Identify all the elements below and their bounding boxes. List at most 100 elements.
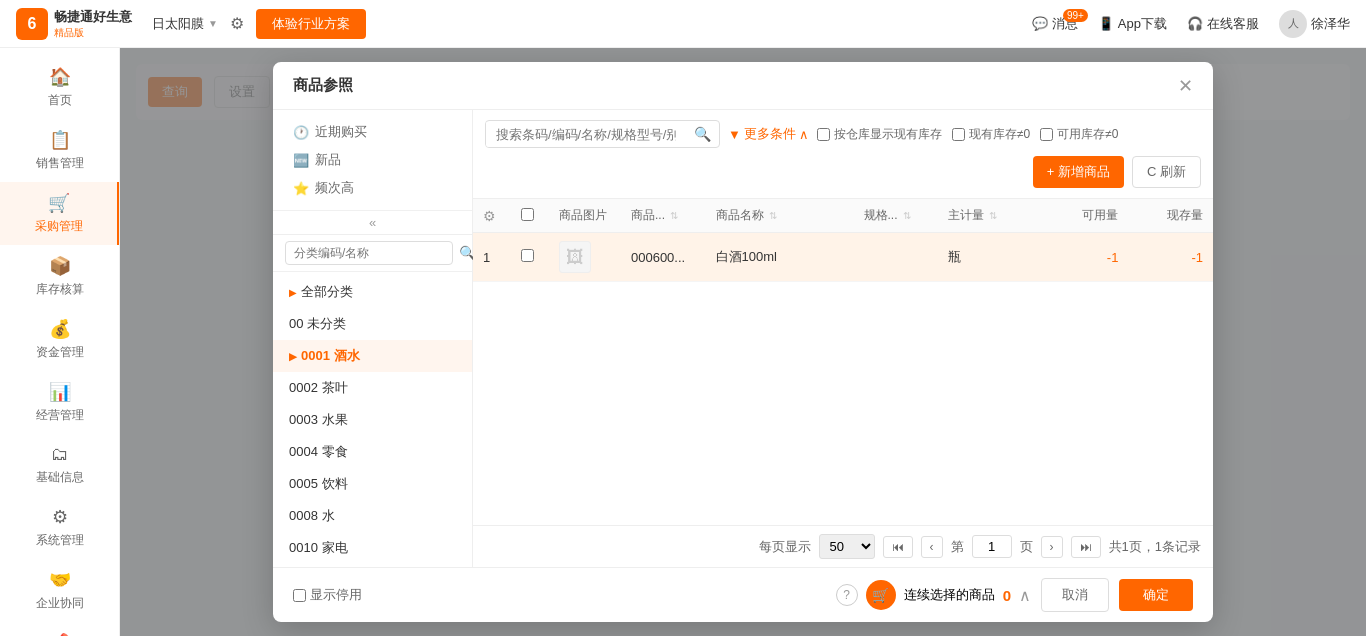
sidebar-label-collab: 企业协同 — [36, 595, 84, 612]
th-unit-label: 主计量 — [948, 208, 984, 222]
next-page-btn[interactable]: › — [1041, 536, 1063, 558]
cat-item-appliance[interactable]: 0010 家电 — [273, 532, 472, 564]
select-all-checkbox[interactable] — [521, 208, 534, 221]
quick-new[interactable]: 🆕 新品 — [285, 146, 460, 174]
sidebar-label-sales: 销售管理 — [36, 155, 84, 172]
checkbox-stock-nonzero-input[interactable] — [952, 128, 965, 141]
th-code[interactable]: 商品... ⇅ — [621, 199, 706, 233]
cat-item-liquor[interactable]: ▶ 0001 酒水 — [273, 340, 472, 372]
cart-icon[interactable]: 🛒 — [866, 580, 896, 610]
search-input-wrap: 🔍 — [485, 120, 720, 148]
row-stock: -1 — [1128, 233, 1213, 282]
table-settings-icon[interactable]: ⚙ — [483, 208, 496, 224]
search-input[interactable] — [486, 122, 686, 147]
add-product-btn[interactable]: + 新增商品 — [1033, 156, 1124, 188]
app-download-btn[interactable]: 📱 App下载 — [1098, 15, 1167, 33]
th-available: 可用量 — [1023, 199, 1129, 233]
collapse-btn[interactable]: « — [273, 211, 472, 235]
checkbox-warehouse[interactable]: 按仓库显示现有库存 — [817, 126, 942, 143]
th-name[interactable]: 商品名称 ⇅ — [706, 199, 854, 233]
sidebar-item-inventory[interactable]: 📦 库存核算 — [0, 245, 119, 308]
mobile-icon: 📱 — [1098, 16, 1114, 31]
show-disabled-checkbox[interactable] — [293, 589, 306, 602]
sidebar-item-system[interactable]: ⚙ 系统管理 — [0, 496, 119, 559]
modal-close-button[interactable]: ✕ — [1178, 77, 1193, 95]
row-spec — [854, 233, 939, 282]
store-selector[interactable]: 日太阳膜 ▼ — [152, 15, 218, 33]
page-label: 第 — [951, 538, 964, 556]
th-unit[interactable]: 主计量 ⇅ — [938, 199, 1023, 233]
quick-recent[interactable]: 🕐 近期购买 — [285, 118, 460, 146]
search-bar: 🔍 ▼ 更多条件 ∧ 按仓库显示现有库存 — [473, 110, 1213, 199]
page-number-input[interactable] — [972, 535, 1012, 558]
cancel-btn[interactable]: 取消 — [1041, 578, 1109, 612]
management-icon: 📊 — [49, 381, 71, 403]
filter-btn[interactable]: ▼ 更多条件 ∧ — [728, 125, 809, 143]
last-page-btn[interactable]: ⏭ — [1071, 536, 1101, 558]
per-page-select[interactable]: 50 100 200 — [819, 534, 875, 559]
product-table: ⚙ 商品图片 商品... ⇅ — [473, 199, 1213, 282]
main-content: 查询 设置 刷新 商品参照 ✕ — [120, 48, 1366, 636]
refresh-btn[interactable]: C 刷新 — [1132, 156, 1201, 188]
purchase-icon: 🛒 — [48, 192, 70, 214]
first-page-btn[interactable]: ⏮ — [883, 536, 913, 558]
table-row[interactable]: 1 🖼 000600... 白酒100ml 瓶 — [473, 233, 1213, 282]
cat-item-tea[interactable]: 0002 茶叶 — [273, 372, 472, 404]
row-checkbox[interactable] — [521, 249, 534, 262]
cat-item-water[interactable]: 0008 水 — [273, 500, 472, 532]
logo-title: 畅捷通好生意 — [54, 8, 132, 26]
category-search-input[interactable] — [285, 241, 453, 265]
app-download-label: App下载 — [1118, 15, 1167, 33]
star-icon: ⭐ — [293, 181, 309, 196]
cat-item-snack[interactable]: 0004 零食 — [273, 436, 472, 468]
product-table-wrap: ⚙ 商品图片 商品... ⇅ — [473, 199, 1213, 525]
experience-btn[interactable]: 体验行业方案 — [256, 9, 366, 39]
th-stock-label: 现存量 — [1167, 208, 1203, 222]
cat-item-fruit[interactable]: 0003 水果 — [273, 404, 472, 436]
sidebar-item-collab[interactable]: 🤝 企业协同 — [0, 559, 119, 622]
checkbox-warehouse-input[interactable] — [817, 128, 830, 141]
th-spec[interactable]: 规格... ⇅ — [854, 199, 939, 233]
basicinfo-icon: 🗂 — [51, 444, 69, 465]
row-available: -1 — [1023, 233, 1129, 282]
prev-page-btn[interactable]: ‹ — [921, 536, 943, 558]
sort-name-icon: ⇅ — [769, 210, 777, 221]
show-disabled-check[interactable]: 显示停用 — [293, 586, 362, 604]
sidebar-item-basicinfo[interactable]: 🗂 基础信息 — [0, 434, 119, 496]
sidebar-item-purchase[interactable]: 🛒 采购管理 — [0, 182, 119, 245]
modal-body: 🕐 近期购买 🆕 新品 ⭐ 频次高 — [273, 110, 1213, 567]
gear-icon[interactable]: ⚙ — [230, 14, 244, 33]
cat-label-water: 0008 水 — [289, 507, 335, 525]
messages-btn[interactable]: 💬 消息 99+ — [1032, 15, 1078, 33]
confirm-btn[interactable]: 确定 — [1119, 579, 1193, 611]
sidebar-item-finance[interactable]: 💰 资金管理 — [0, 308, 119, 371]
sidebar-item-home[interactable]: 🏠 首页 — [0, 56, 119, 119]
user-avatar[interactable]: 人 徐泽华 — [1279, 10, 1350, 38]
help-icon[interactable]: ? — [836, 584, 858, 606]
online-service-btn[interactable]: 🎧 在线客服 — [1187, 15, 1259, 33]
guide-icon: 📌 — [49, 632, 71, 636]
sidebar: 🏠 首页 📋 销售管理 🛒 采购管理 📦 库存核算 💰 资金管理 📊 经营管理 … — [0, 48, 120, 636]
checkbox-avail-nonzero-input[interactable] — [1040, 128, 1053, 141]
cat-item-all[interactable]: ▶ 全部分类 — [273, 276, 472, 308]
sidebar-item-guide[interactable]: 📌 新手引导 — [0, 622, 119, 636]
quick-recent-label: 近期购买 — [315, 123, 367, 141]
cart-count: 0 — [1003, 587, 1011, 604]
sort-spec-icon: ⇅ — [903, 210, 911, 221]
cart-collapse-icon[interactable]: ∧ — [1019, 586, 1031, 605]
checkbox-avail-nonzero[interactable]: 可用库存≠0 — [1040, 126, 1118, 143]
cat-item-beverage[interactable]: 0005 饮料 — [273, 468, 472, 500]
quick-frequent[interactable]: ⭐ 频次高 — [285, 174, 460, 202]
sidebar-label-system: 系统管理 — [36, 532, 84, 549]
search-icon-btn[interactable]: 🔍 — [686, 121, 719, 147]
quick-new-label: 新品 — [315, 151, 341, 169]
checkbox-stock-nonzero[interactable]: 现有库存≠0 — [952, 126, 1030, 143]
table-body: 1 🖼 000600... 白酒100ml 瓶 — [473, 233, 1213, 282]
cat-item-uncategorized[interactable]: 00 未分类 — [273, 308, 472, 340]
sidebar-item-sales[interactable]: 📋 销售管理 — [0, 119, 119, 182]
row-seq: 1 — [473, 233, 511, 282]
cat-label-tea: 0002 茶叶 — [289, 379, 348, 397]
sidebar-item-management[interactable]: 📊 经营管理 — [0, 371, 119, 434]
avatar: 人 — [1279, 10, 1307, 38]
system-icon: ⚙ — [52, 506, 68, 528]
